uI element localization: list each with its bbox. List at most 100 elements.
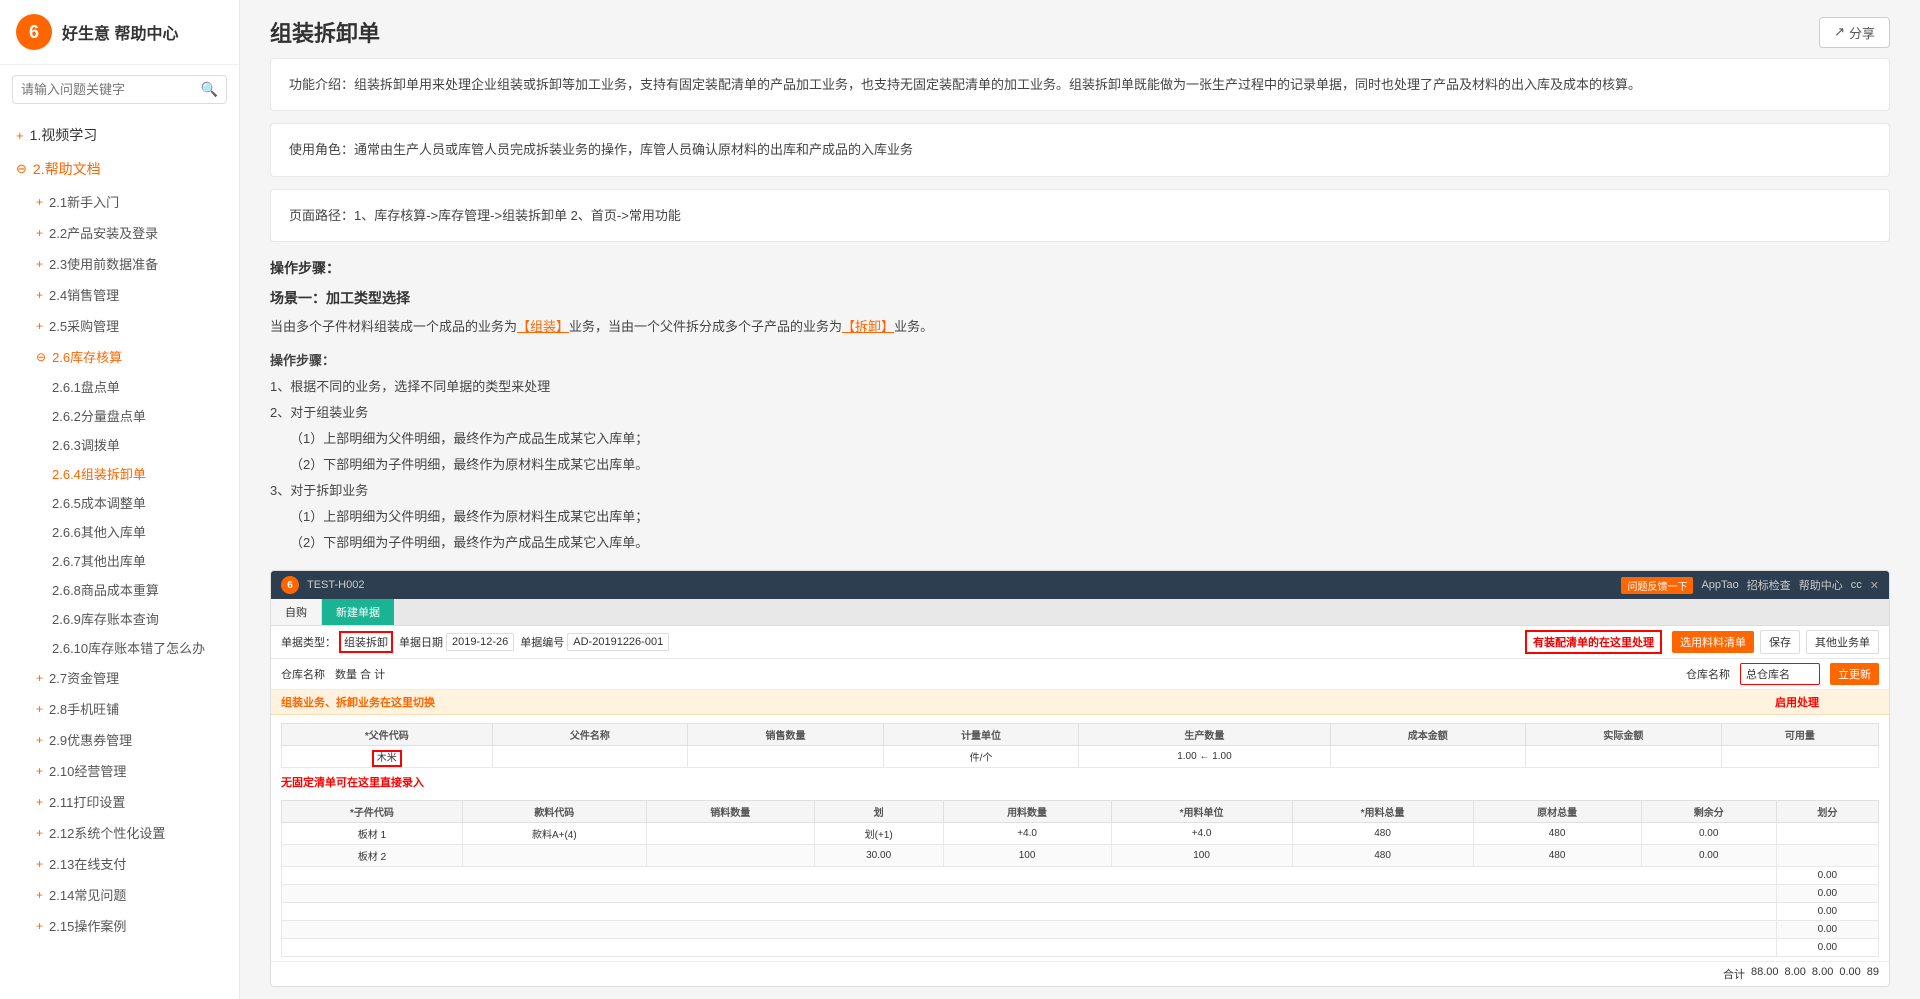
search-icon[interactable]: 🔍 <box>201 81 218 98</box>
label-2-4: 2.4销售管理 <box>49 285 119 304</box>
steps-title: 操作步骤： <box>270 348 1890 374</box>
table-row: 木米 件/个 1.00 ← 1.00 <box>282 746 1879 768</box>
main-header: 组装拆卸单 ↗ 分享 <box>240 0 1920 58</box>
plus-icon-2-11: + <box>36 795 43 809</box>
ss-upper-table-container: *父件代码 父件名称 销售数量 计量单位 生产数量 成本金额 实际金额 可用量 <box>271 715 1889 772</box>
td-empty6 <box>282 921 1777 939</box>
sidebar-item-2-6-6[interactable]: 2.6.6其他入库单 <box>36 517 239 546</box>
sidebar-item-2-1[interactable]: + 2.1新手入门 <box>20 186 239 217</box>
plus-icon-2-12: + <box>36 826 43 840</box>
td-r2c9: 0.00 <box>1641 845 1776 867</box>
plus-icon-2-3: + <box>36 257 43 271</box>
label-2-5: 2.5采购管理 <box>49 316 119 335</box>
sidebar-item-2-8[interactable]: + 2.8手机旺铺 <box>20 693 239 724</box>
ss-orange-bar: 组装业务、拆卸业务在这里切换 启用处理 <box>271 690 1889 715</box>
step2: 2、对于组装业务 <box>270 400 1890 426</box>
sidebar-item-2-6-8[interactable]: 2.6.8商品成本重算 <box>36 575 239 604</box>
td-c1: 板材 1 <box>282 823 463 845</box>
minus-icon: ⊖ <box>16 161 27 177</box>
sidebar-item-video[interactable]: + 1.视频学习 <box>0 118 239 152</box>
ss-lower-table: *子件代码 款料代码 销料数量 划 用料数量 *用料单位 *用料总量 原材总量 … <box>281 800 1879 957</box>
ss-total-val3: 8.00 <box>1812 966 1833 982</box>
table-row: 0.00 <box>282 867 1879 885</box>
nav-sub-docs: + 2.1新手入门 + 2.2产品安装及登录 + 2.3使用前数据准备 + 2.… <box>0 186 239 941</box>
sidebar-item-2-11[interactable]: + 2.11打印设置 <box>20 786 239 817</box>
ss-wh-input[interactable]: 总仓库名 <box>1740 663 1820 685</box>
sidebar-item-2-6-5[interactable]: 2.6.5成本调整单 <box>36 488 239 517</box>
ss-confirm-btn[interactable]: 立更新 <box>1830 663 1879 685</box>
ss-btn-template[interactable]: 选用料料清单 <box>1672 631 1754 653</box>
sidebar-item-docs[interactable]: ⊖ 2.帮助文档 <box>0 152 239 186</box>
sidebar-item-2-6-10[interactable]: 2.6.10库存账本错了怎么办 <box>36 633 239 662</box>
td-parent-code: 木米 <box>282 746 493 768</box>
sidebar-item-2-3[interactable]: + 2.3使用前数据准备 <box>20 248 239 279</box>
nav-tree: + 1.视频学习 ⊖ 2.帮助文档 + 2.1新手入门 + 2.2产品安装及登录… <box>0 114 239 945</box>
sidebar-item-2-6[interactable]: ⊖ 2.6库存核算 <box>20 341 239 372</box>
sidebar-item-2-13[interactable]: + 2.13在线支付 <box>20 848 239 879</box>
sidebar-item-2-6-1[interactable]: 2.6.1盘点单 <box>36 372 239 401</box>
sidebar-item-2-9[interactable]: + 2.9优惠券管理 <box>20 724 239 755</box>
sidebar-item-2-2[interactable]: + 2.2产品安装及登录 <box>20 217 239 248</box>
plus-icon: + <box>16 128 24 143</box>
ss-upper-table: *父件代码 父件名称 销售数量 计量单位 生产数量 成本金额 实际金额 可用量 <box>281 723 1879 768</box>
ss-col-mat-code: 款料代码 <box>462 801 646 823</box>
td-empty4 <box>282 885 1777 903</box>
td-c9: 0.00 <box>1641 823 1776 845</box>
page-title: 组装拆卸单 <box>270 16 380 48</box>
nav-sub-sub-2-6: 2.6.1盘点单 2.6.2分量盘点单 2.6.3调拨单 2.6.4组装拆卸单 … <box>20 372 239 662</box>
sidebar-item-2-14[interactable]: + 2.14常见问题 <box>20 879 239 910</box>
sidebar-item-2-5[interactable]: + 2.5采购管理 <box>20 310 239 341</box>
ss-date-field: 单据日期 2019-12-26 <box>399 633 514 651</box>
ss-col-actual-amt: 实际金额 <box>1526 724 1722 746</box>
ss-total-val2: 8.00 <box>1784 966 1805 982</box>
plus-icon-2-4: + <box>36 288 43 302</box>
content-area: 功能介绍：组装拆卸单用来处理企业组装或拆卸等加工业务，支持有固定装配清单的产品加… <box>240 58 1920 999</box>
ss-btn-save[interactable]: 保存 <box>1760 630 1800 654</box>
share-button[interactable]: ↗ 分享 <box>1819 17 1890 48</box>
sidebar-item-2-12[interactable]: + 2.12系统个性化设置 <box>20 817 239 848</box>
path-intro-text: 页面路径：1、库存核算->库存管理->组装拆卸单 2、首页->常用功能 <box>289 208 681 223</box>
ss-feedback-badge: 问题反馈一下 <box>1621 577 1693 594</box>
ss-date-label: 单据日期 <box>399 634 443 650</box>
step3-2: （2）下部明细为子件明细，最终作为产成品生成某它入库单。 <box>270 530 1890 556</box>
td-r2c5: 100 <box>943 845 1111 867</box>
sidebar-item-2-6-4[interactable]: 2.6.4组装拆卸单 <box>36 459 239 488</box>
label-2-7: 2.7资金管理 <box>49 668 119 687</box>
plus-icon-2-1: + <box>36 195 43 209</box>
sidebar-item-2-15[interactable]: + 2.15操作案例 <box>20 910 239 941</box>
td-r2c3 <box>646 845 814 867</box>
label-2-14: 2.14常见问题 <box>49 885 126 904</box>
label-2-3: 2.3使用前数据准备 <box>49 254 158 273</box>
sidebar-item-2-10[interactable]: + 2.10经营管理 <box>20 755 239 786</box>
ss-tab-new[interactable]: 新建单据 <box>322 599 394 625</box>
ss-orange-text: 组装业务、拆卸业务在这里切换 <box>281 697 435 709</box>
sidebar-item-2-7[interactable]: + 2.7资金管理 <box>20 662 239 693</box>
ss-total-val5: 89 <box>1867 966 1879 982</box>
search-input[interactable] <box>21 82 201 97</box>
ss-company: TEST-H002 <box>307 579 364 591</box>
label-2-1: 2.1新手入门 <box>49 192 119 211</box>
sidebar-item-2-4[interactable]: + 2.4销售管理 <box>20 279 239 310</box>
ss-btn-other[interactable]: 其他业务单 <box>1806 630 1879 654</box>
ss-tab-zigou[interactable]: 自购 <box>271 599 322 625</box>
label-2-9: 2.9优惠券管理 <box>49 730 132 749</box>
highlight-disassemble: 【拆卸】 <box>842 319 894 334</box>
td-r2c8: 480 <box>1473 845 1641 867</box>
sidebar-item-2-6-3[interactable]: 2.6.3调拨单 <box>36 430 239 459</box>
td-e3-10: 0.00 <box>1776 867 1878 885</box>
ss-date-input[interactable]: 2019-12-26 <box>446 633 514 651</box>
table-row: 0.00 <box>282 885 1879 903</box>
td-actual-amt <box>1526 746 1722 768</box>
search-box[interactable]: 🔍 <box>12 75 227 104</box>
ss-close-icon[interactable]: ✕ <box>1870 579 1879 592</box>
highlight-assemble: 【组装】 <box>517 319 569 334</box>
ss-no-input[interactable]: AD-20191226-001 <box>567 633 669 651</box>
ss-col-child-code: *子件代码 <box>282 801 463 823</box>
ss-wh-label: 仓库名称 <box>281 666 325 682</box>
ss-lower-table-container: *子件代码 款料代码 销料数量 划 用料数量 *用料单位 *用料总量 原材总量 … <box>271 792 1889 961</box>
ss-total-val4: 0.00 <box>1839 966 1860 982</box>
sidebar-item-2-6-2[interactable]: 2.6.2分量盘点单 <box>36 401 239 430</box>
sidebar-item-2-6-9[interactable]: 2.6.9库存账本查询 <box>36 604 239 633</box>
sidebar-item-2-6-7[interactable]: 2.6.7其他出库单 <box>36 546 239 575</box>
plus-icon-2-14: + <box>36 888 43 902</box>
